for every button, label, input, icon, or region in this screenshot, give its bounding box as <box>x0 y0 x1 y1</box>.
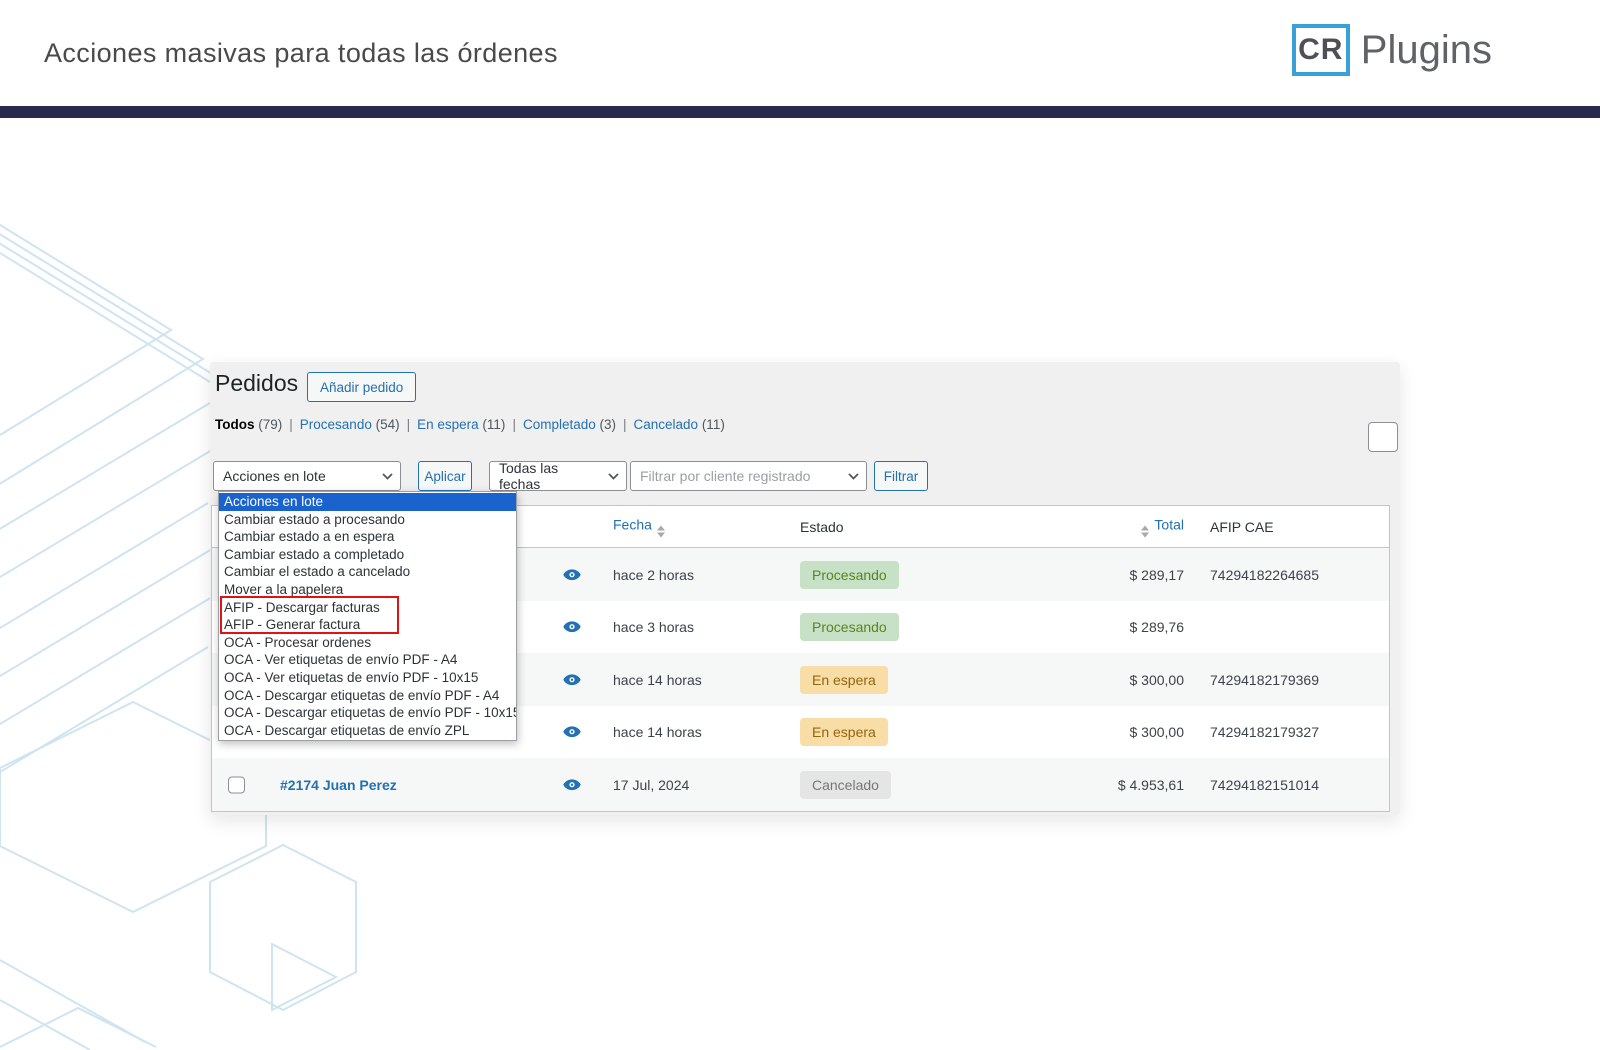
filter-tab-count: (11) <box>479 417 506 432</box>
customer-filter-placeholder: Filtrar por cliente registrado <box>640 468 810 484</box>
filter-tab-procesando[interactable]: Procesando <box>300 417 372 432</box>
status-cell: Procesando <box>800 561 899 589</box>
status-cell: En espera <box>800 718 888 746</box>
date-filter-value: Todas las fechas <box>499 460 600 492</box>
order-link-cell: #2174 Juan Perez <box>280 777 397 793</box>
filter-tab-en-espera[interactable]: En espera <box>417 417 479 432</box>
afip-cae-value: 74294182179327 <box>1210 724 1319 740</box>
dropdown-option[interactable]: AFIP - Generar factura <box>219 616 516 634</box>
dropdown-option[interactable]: Acciones en lote <box>219 493 516 511</box>
apply-button[interactable]: Aplicar <box>418 461 472 491</box>
status-badge: Procesando <box>800 561 899 589</box>
order-date: hace 3 horas <box>613 619 694 635</box>
preview-eye-icon[interactable] <box>563 569 581 581</box>
order-link[interactable]: #2174 Juan Perez <box>280 777 397 793</box>
dropdown-option[interactable]: OCA - Descargar etiquetas de envío ZPL <box>219 722 516 740</box>
page-title: Acciones masivas para todas las órdenes <box>44 38 558 69</box>
dropdown-option[interactable]: OCA - Ver etiquetas de envío PDF - A4 <box>219 651 516 669</box>
dropdown-option[interactable]: OCA - Ver etiquetas de envío PDF - 10x15 <box>219 669 516 687</box>
column-header-fecha[interactable]: Fecha <box>613 516 670 537</box>
order-total: $ 300,00 <box>1130 724 1185 740</box>
afip-cae-value: 74294182264685 <box>1210 567 1319 583</box>
row-checkbox[interactable] <box>228 776 245 793</box>
filter-tab-todos[interactable]: Todos <box>215 417 255 432</box>
order-date: hace 14 horas <box>613 672 702 688</box>
afip-cae-value: 74294182179369 <box>1210 672 1319 688</box>
search-box-clipped[interactable] <box>1368 422 1398 452</box>
status-cell: En espera <box>800 666 888 694</box>
sort-icon <box>1141 525 1149 537</box>
cr-plugins-logo: CR Plugins <box>1292 24 1492 76</box>
date-filter-select[interactable]: Todas las fechas <box>489 461 627 491</box>
order-total: $ 289,76 <box>1130 619 1185 635</box>
dropdown-option[interactable]: Cambiar el estado a cancelado <box>219 563 516 581</box>
page-header: Acciones masivas para todas las órdenes … <box>0 0 1600 106</box>
orders-heading: Pedidos <box>215 370 298 397</box>
logo-plugins-text: Plugins <box>1361 28 1492 73</box>
status-badge: Cancelado <box>800 771 891 799</box>
filter-tab-count: (54) <box>372 417 400 432</box>
total-label: Total <box>1154 516 1184 532</box>
order-date: 17 Jul, 2024 <box>613 777 689 793</box>
column-header-afip-cae: AFIP CAE <box>1210 519 1274 535</box>
status-badge: En espera <box>800 666 888 694</box>
preview-eye-icon[interactable] <box>563 779 581 791</box>
bulk-actions-dropdown: Acciones en loteCambiar estado a procesa… <box>218 491 517 741</box>
filter-tab-count: (79) <box>255 417 283 432</box>
filter-tab-count: (3) <box>596 417 616 432</box>
separator: | <box>512 417 516 432</box>
order-date: hace 14 horas <box>613 724 702 740</box>
preview-eye-icon[interactable] <box>563 726 581 738</box>
dropdown-option[interactable]: Cambiar estado a en espera <box>219 528 516 546</box>
header-accent-bar <box>0 106 1600 118</box>
dropdown-option[interactable]: OCA - Procesar ordenes <box>219 634 516 652</box>
status-badge: En espera <box>800 718 888 746</box>
dropdown-option[interactable]: Mover a la papelera <box>219 581 516 599</box>
afip-cae-value: 74294182151014 <box>1210 777 1319 793</box>
bulk-action-select-value: Acciones en lote <box>223 468 326 484</box>
column-header-total[interactable]: Total <box>1136 516 1184 537</box>
dropdown-option[interactable]: OCA - Descargar etiquetas de envío PDF -… <box>219 704 516 722</box>
order-total: $ 289,17 <box>1130 567 1185 583</box>
status-filter-tabs: Todos (79) | Procesando (54) | En espera (11… <box>215 417 725 432</box>
dropdown-option[interactable]: Cambiar estado a procesando <box>219 511 516 529</box>
orders-panel: Pedidos Añadir pedido Todos (79) | Procesa… <box>210 362 1400 815</box>
status-badge: Procesando <box>800 613 899 641</box>
table-row: #2174 Juan Perez 17 Jul, 2024 Cancelado $ 4… <box>212 758 1389 811</box>
order-total: $ 4.953,61 <box>1118 777 1184 793</box>
separator: | <box>623 417 627 432</box>
filter-tab-completado[interactable]: Completado <box>523 417 596 432</box>
sort-icon <box>657 525 665 537</box>
order-date: hace 2 horas <box>613 567 694 583</box>
status-cell: Procesando <box>800 613 899 641</box>
separator: | <box>407 417 411 432</box>
bulk-action-select[interactable]: Acciones en lote <box>213 461 401 491</box>
add-order-button[interactable]: Añadir pedido <box>307 372 416 402</box>
preview-eye-icon[interactable] <box>563 674 581 686</box>
filter-tab-cancelado[interactable]: Cancelado <box>634 417 699 432</box>
dropdown-option[interactable]: AFIP - Descargar facturas <box>219 599 516 617</box>
chevron-down-icon <box>848 473 859 480</box>
preview-eye-icon[interactable] <box>563 621 581 633</box>
filter-tab-count: (11) <box>698 417 725 432</box>
dropdown-option[interactable]: OCA - Descargar etiquetas de envío PDF -… <box>219 687 516 705</box>
customer-filter-select[interactable]: Filtrar por cliente registrado <box>630 461 867 491</box>
separator: | <box>289 417 293 432</box>
column-header-estado: Estado <box>800 519 844 535</box>
order-total: $ 300,00 <box>1130 672 1185 688</box>
status-cell: Cancelado <box>800 771 891 799</box>
dropdown-option[interactable]: Cambiar estado a completado <box>219 546 516 564</box>
fecha-label: Fecha <box>613 516 652 532</box>
chevron-down-icon <box>382 473 393 480</box>
filter-button[interactable]: Filtrar <box>874 461 928 491</box>
logo-cr-box: CR <box>1292 24 1350 76</box>
chevron-down-icon <box>608 473 619 480</box>
